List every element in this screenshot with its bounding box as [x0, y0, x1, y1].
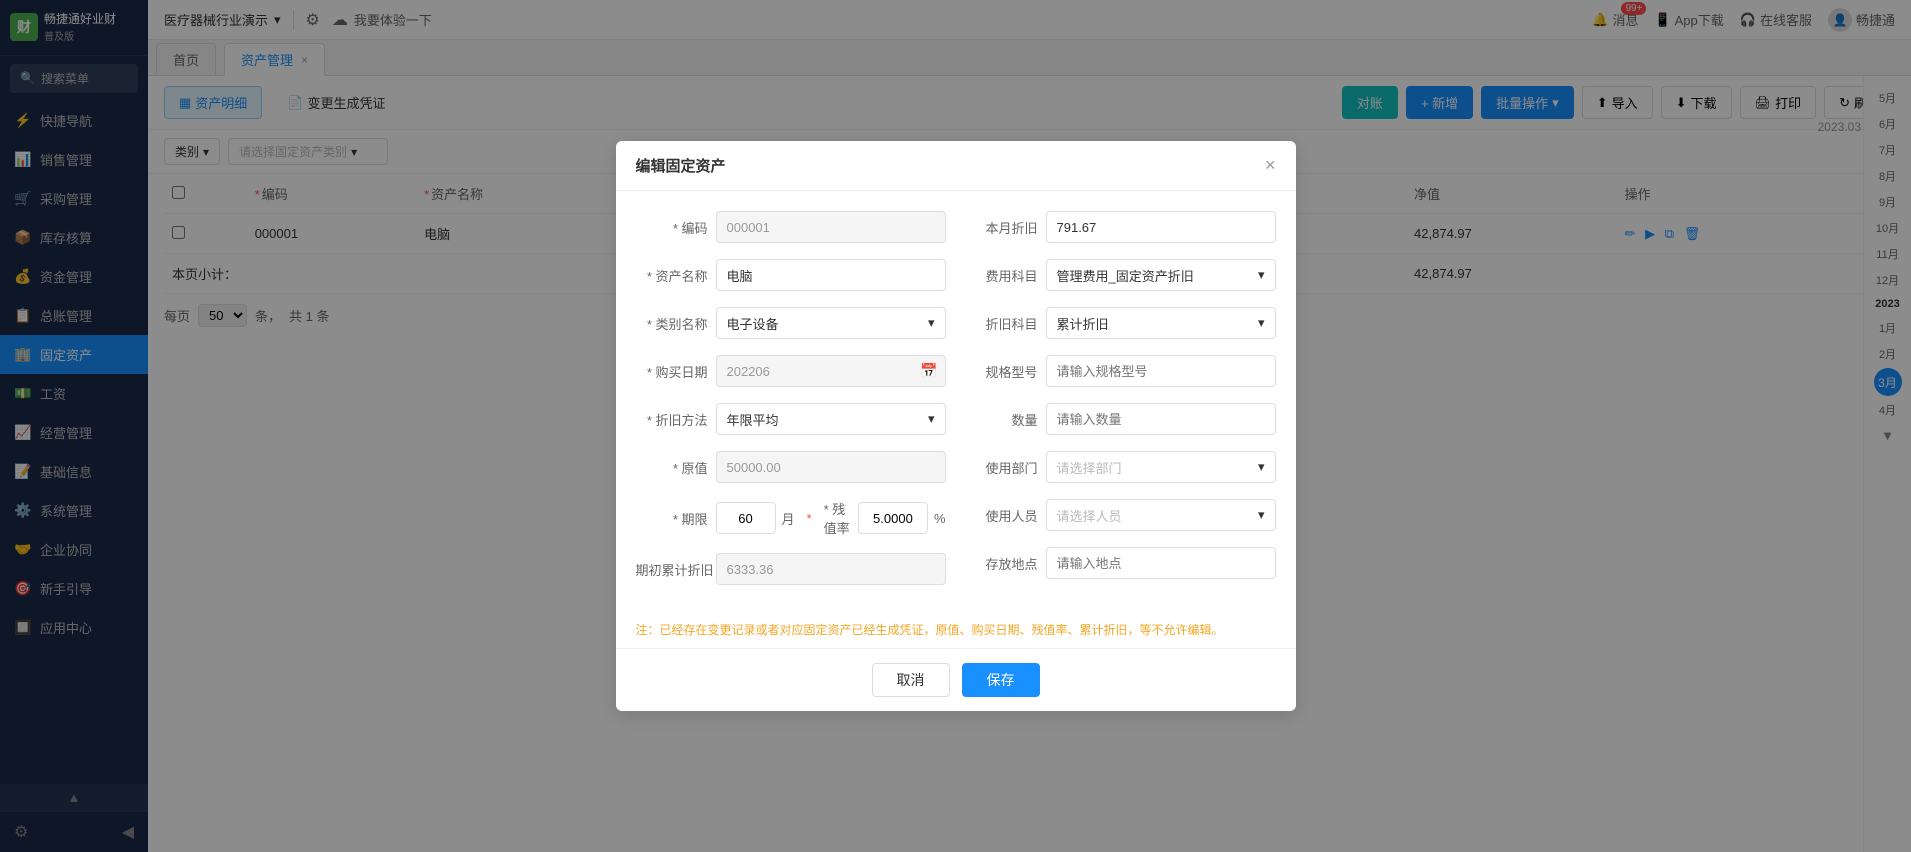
period-residual-row: 月 * * 残值率 % — [716, 499, 946, 537]
dep-subject-select[interactable]: 累计折旧 ▾ — [1046, 307, 1276, 339]
code-input[interactable] — [716, 211, 946, 243]
original-value-label: * 原值 — [636, 458, 716, 477]
purchase-date-wrap: 📅 — [716, 355, 946, 387]
dept-dropdown-icon: ▾ — [1258, 459, 1265, 475]
period-unit: 月 — [782, 509, 795, 528]
modal-left-col: * 编码 * 资产名称 * 类别名称 电子设备 ▾ — [636, 211, 946, 601]
expense-subject-select[interactable]: 管理费用_固定资产折旧 ▾ — [1046, 259, 1276, 291]
user-dropdown-icon: ▾ — [1258, 507, 1265, 523]
field-location: 存放地点 — [966, 547, 1276, 579]
field-dept: 使用部门 请选择部门 ▾ — [966, 451, 1276, 483]
period-input[interactable] — [716, 502, 776, 534]
modal-right-col: 本月折旧 费用科目 管理费用_固定资产折旧 ▾ 折旧科目 累计折旧 — [966, 211, 1276, 601]
category-select[interactable]: 电子设备 ▾ — [716, 307, 946, 339]
original-value-input[interactable] — [716, 451, 946, 483]
location-label: 存放地点 — [966, 554, 1046, 573]
user-label: 使用人员 — [966, 506, 1046, 525]
field-spec: 规格型号 — [966, 355, 1276, 387]
asset-name-input[interactable] — [716, 259, 946, 291]
dep-method-label: * 折旧方法 — [636, 410, 716, 429]
initial-dep-label: 期初累计折旧 — [636, 560, 716, 579]
dept-select[interactable]: 请选择部门 ▾ — [1046, 451, 1276, 483]
modal-title: 编辑固定资产 — [636, 155, 726, 176]
calendar-icon: 📅 — [920, 363, 937, 380]
field-monthly-dep: 本月折旧 — [966, 211, 1276, 243]
residual-input[interactable] — [858, 502, 928, 534]
residual-label: * 残值率 — [824, 499, 852, 537]
field-asset-name: * 资产名称 — [636, 259, 946, 291]
field-original-value: * 原值 — [636, 451, 946, 483]
user-select[interactable]: 请选择人员 ▾ — [1046, 499, 1276, 531]
dep-method-select[interactable]: 年限平均 ▾ — [716, 403, 946, 435]
purchase-date-label: * 购买日期 — [636, 362, 716, 381]
field-dep-subject: 折旧科目 累计折旧 ▾ — [966, 307, 1276, 339]
purchase-date-input[interactable] — [716, 355, 946, 387]
quantity-label: 数量 — [966, 410, 1046, 429]
monthly-dep-input[interactable] — [1046, 211, 1276, 243]
spec-label: 规格型号 — [966, 362, 1046, 381]
field-dep-method: * 折旧方法 年限平均 ▾ — [636, 403, 946, 435]
code-label: * 编码 — [636, 218, 716, 237]
field-category: * 类别名称 电子设备 ▾ — [636, 307, 946, 339]
field-period-residual: * 期限 月 * * 残值率 % — [636, 499, 946, 537]
cancel-button[interactable]: 取消 — [872, 663, 950, 697]
field-code: * 编码 — [636, 211, 946, 243]
category-dropdown-icon: ▾ — [928, 315, 935, 331]
modal-overlay: 编辑固定资产 × * 编码 * 资产名称 * 类别名称 — [0, 0, 1911, 852]
location-input[interactable] — [1046, 547, 1276, 579]
spec-input[interactable] — [1046, 355, 1276, 387]
modal-header: 编辑固定资产 × — [616, 141, 1296, 191]
asset-name-label: * 资产名称 — [636, 266, 716, 285]
field-expense-subject: 费用科目 管理费用_固定资产折旧 ▾ — [966, 259, 1276, 291]
initial-dep-input[interactable] — [716, 553, 946, 585]
quantity-input[interactable] — [1046, 403, 1276, 435]
dep-subject-dropdown-icon: ▾ — [1258, 315, 1265, 331]
edit-fixed-asset-modal: 编辑固定资产 × * 编码 * 资产名称 * 类别名称 — [616, 141, 1296, 711]
modal-body: * 编码 * 资产名称 * 类别名称 电子设备 ▾ — [616, 191, 1296, 621]
monthly-dep-label: 本月折旧 — [966, 218, 1046, 237]
field-user: 使用人员 请选择人员 ▾ — [966, 499, 1276, 531]
field-initial-dep: 期初累计折旧 — [636, 553, 946, 585]
save-button[interactable]: 保存 — [962, 663, 1040, 697]
field-quantity: 数量 — [966, 403, 1276, 435]
modal-close-button[interactable]: × — [1265, 155, 1276, 176]
expense-subject-dropdown-icon: ▾ — [1258, 267, 1265, 283]
modal-note: 注：已经存在变更记录或者对应固定资产已经生成凭证，原值、购买日期、残值率、累计折… — [616, 621, 1296, 648]
field-purchase-date: * 购买日期 📅 — [636, 355, 946, 387]
modal-footer: 取消 保存 — [616, 648, 1296, 711]
dep-subject-label: 折旧科目 — [966, 314, 1046, 333]
period-label: * 期限 — [636, 509, 716, 528]
dep-method-dropdown-icon: ▾ — [928, 411, 935, 427]
expense-subject-label: 费用科目 — [966, 266, 1046, 285]
category-label: * 类别名称 — [636, 314, 716, 333]
residual-unit: % — [934, 511, 946, 526]
residual-star: * — [807, 511, 812, 526]
dept-label: 使用部门 — [966, 458, 1046, 477]
